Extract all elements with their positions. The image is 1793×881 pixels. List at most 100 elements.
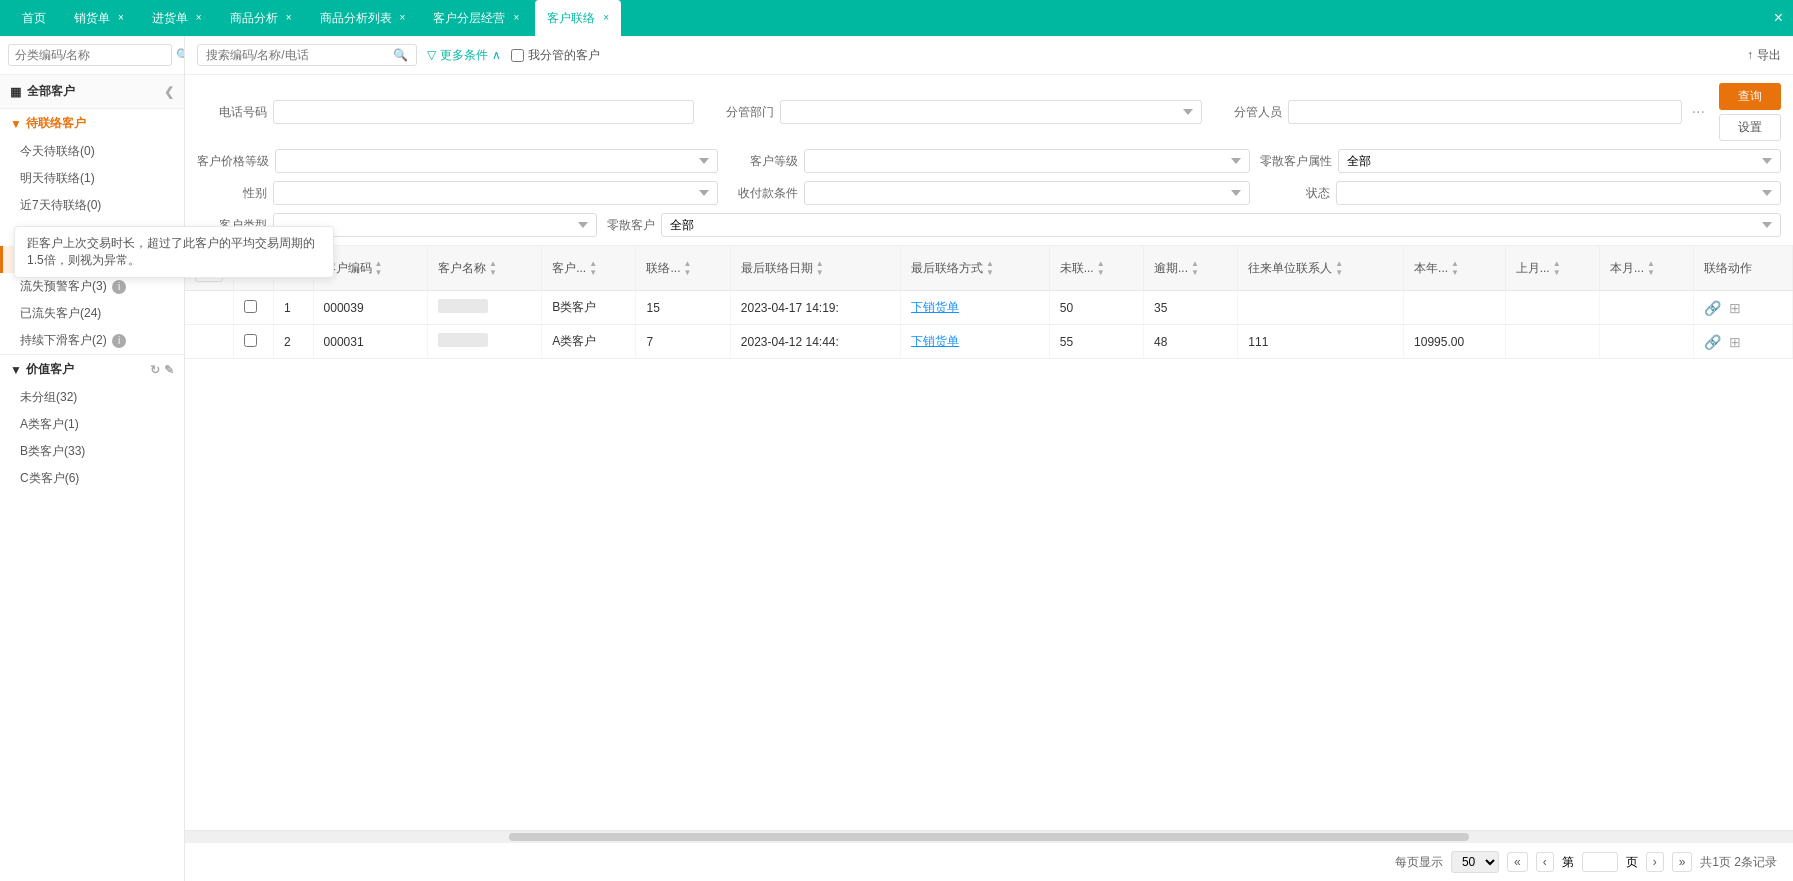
nav-close-sales[interactable]: × [118, 0, 124, 36]
nav-purchase-order[interactable]: 进货单 × [140, 0, 214, 36]
info-icon-lost-warning[interactable]: i [112, 280, 126, 294]
filter-price-level-select[interactable] [275, 149, 718, 173]
th-contact[interactable]: 联络... ▲▼ [636, 246, 730, 291]
sidebar-pending-section[interactable]: ▼ 待联络客户 [0, 109, 184, 138]
tooltip-text: 距客户上次交易时长，超过了此客户的平均交易周期的1.5倍，则视为异常。 [27, 236, 315, 267]
filter-manager-input[interactable] [1288, 100, 1682, 124]
nav-sales-order[interactable]: 销货单 × [62, 0, 136, 36]
filter-more-icon[interactable]: ··· [1688, 103, 1709, 121]
row1-index: 1 [274, 291, 314, 325]
nav-home[interactable]: 首页 [10, 0, 58, 36]
sidebar-search-input[interactable] [8, 44, 172, 66]
row2-this-month [1599, 325, 1693, 359]
nav-close-analysis-list[interactable]: × [400, 0, 406, 36]
nav-customer-contact[interactable]: 客户联络 × [535, 0, 621, 36]
th-overdue[interactable]: 逾期... ▲▼ [1144, 246, 1238, 291]
query-btn[interactable]: 查询 [1719, 83, 1781, 110]
th-name[interactable]: 客户名称 ▲▼ [427, 246, 541, 291]
th-historical-contact[interactable]: 往来单位联系人 ▲▼ [1238, 246, 1404, 291]
table-row: 1 000039 B类客户 15 2023-04-17 14:19: 下销货单 … [185, 291, 1793, 325]
filter-icon: ▽ [427, 48, 436, 62]
search-input[interactable] [206, 48, 393, 62]
sidebar-ungrouped[interactable]: 未分组(32) [0, 384, 184, 411]
filter-status-select[interactable] [1336, 181, 1781, 205]
th-last-contact-method[interactable]: 最后联络方式 ▲▼ [901, 246, 1050, 291]
row1-last-contact-method[interactable]: 下销货单 [901, 291, 1050, 325]
export-btn[interactable]: ↑ 导出 [1747, 47, 1781, 64]
filter-customer-level-select[interactable] [804, 149, 1249, 173]
th-this-year[interactable]: 本年... ▲▼ [1404, 246, 1506, 291]
row1-overdue: 35 [1144, 291, 1238, 325]
row1-type: B类客户 [542, 291, 636, 325]
row2-more-icon[interactable]: ⊞ [1729, 334, 1741, 350]
filter-payment-select[interactable] [804, 181, 1249, 205]
filter-gender-select[interactable] [273, 181, 718, 205]
page-number-input[interactable]: 1 [1582, 852, 1618, 872]
nav-close-contact[interactable]: × [603, 0, 609, 36]
sidebar-type-a[interactable]: A类客户(1) [0, 411, 184, 438]
first-page-btn[interactable]: « [1507, 852, 1528, 872]
filter-phone-input[interactable] [273, 100, 694, 124]
filter-retail-attr-field: 零散客户属性 全部 [1260, 149, 1781, 173]
row2-checkbox[interactable] [234, 325, 274, 359]
th-last-contact-date[interactable]: 最后联络日期 ▲▼ [730, 246, 900, 291]
scrollbar-thumb[interactable] [509, 833, 1469, 841]
row2-contact-icon[interactable]: 🔗 [1704, 334, 1721, 350]
filter-retail-customer-select[interactable]: 全部 [661, 213, 1781, 237]
sidebar-declining[interactable]: 持续下滑客户(2) i [0, 327, 184, 354]
filter-row-2: 客户价格等级 客户等级 零散客户属性 全部 [197, 149, 1781, 173]
nav-customer-tier[interactable]: 客户分层经营 × [421, 0, 531, 36]
row2-name-blurred [438, 333, 488, 347]
filter-gender-label: 性别 [197, 185, 267, 202]
sidebar-collapse-btn[interactable]: ❮ [164, 85, 174, 99]
sidebar-lost[interactable]: 已流失客户(24) [0, 300, 184, 327]
th-type[interactable]: 客户... ▲▼ [542, 246, 636, 291]
edit-value-icon[interactable]: ✎ [164, 363, 174, 377]
nav-close-tier[interactable]: × [513, 0, 519, 36]
sidebar-today-pending[interactable]: 今天待联络(0) [0, 138, 184, 165]
sidebar-tomorrow-pending[interactable]: 明天待联络(1) [0, 165, 184, 192]
row2-type: A类客户 [542, 325, 636, 359]
window-close-btn[interactable]: × [1774, 9, 1783, 27]
nav-close-purchase[interactable]: × [196, 0, 202, 36]
last-page-btn[interactable]: » [1672, 852, 1693, 872]
sidebar-type-b[interactable]: B类客户(33) [0, 438, 184, 465]
row2-check[interactable] [244, 334, 257, 347]
row1-name [427, 291, 541, 325]
per-page-select[interactable]: 50 [1451, 851, 1499, 873]
prev-page-btn[interactable]: ‹ [1536, 852, 1554, 872]
sidebar-type-c[interactable]: C类客户(6) [0, 465, 184, 492]
filter-dept-label: 分管部门 [704, 104, 774, 121]
horizontal-scrollbar[interactable] [185, 830, 1793, 842]
filter-retail-attr-select[interactable]: 全部 [1338, 149, 1781, 173]
row1-more-icon[interactable]: ⊞ [1729, 300, 1741, 316]
nav-close-analysis[interactable]: × [286, 0, 292, 36]
sidebar-value-section[interactable]: ▼ 价值客户 ↻ ✎ [0, 354, 184, 384]
more-conditions-btn[interactable]: ▽ 更多条件 ∧ [427, 47, 501, 64]
row1-settings [185, 291, 234, 325]
th-this-month[interactable]: 本月... ▲▼ [1599, 246, 1693, 291]
page-of-label: 页 [1626, 854, 1638, 871]
sidebar-7day-pending[interactable]: 近7天待联络(0) [0, 192, 184, 219]
row1-check[interactable] [244, 300, 257, 313]
refresh-icon[interactable]: ↻ [150, 363, 160, 377]
sidebar-search-button[interactable]: 🔍 [172, 46, 185, 64]
my-customer-checkbox[interactable] [511, 49, 524, 62]
th-last-month[interactable]: 上月... ▲▼ [1505, 246, 1599, 291]
settings-btn[interactable]: 设置 [1719, 114, 1781, 141]
nav-product-analysis-list[interactable]: 商品分析列表 × [308, 0, 418, 36]
filter-status-field: 状态 [1260, 181, 1781, 205]
nav-product-analysis[interactable]: 商品分析 × [218, 0, 304, 36]
row1-checkbox[interactable] [234, 291, 274, 325]
filter-dept-select[interactable] [780, 100, 1201, 124]
th-not-contacted[interactable]: 未联... ▲▼ [1049, 246, 1143, 291]
filter-manager-field: 分管人员 ··· [1212, 100, 1709, 124]
sidebar-all-customers-header[interactable]: ▦ 全部客户 ❮ [0, 75, 184, 109]
filter-payment-field: 收付款条件 [728, 181, 1249, 205]
row2-settings [185, 325, 234, 359]
next-page-btn[interactable]: › [1646, 852, 1664, 872]
info-icon-declining[interactable]: i [112, 334, 126, 348]
arrow-down-value-icon: ▼ [10, 363, 22, 377]
row2-last-contact-method[interactable]: 下销货单 [901, 325, 1050, 359]
row1-contact-icon[interactable]: 🔗 [1704, 300, 1721, 316]
